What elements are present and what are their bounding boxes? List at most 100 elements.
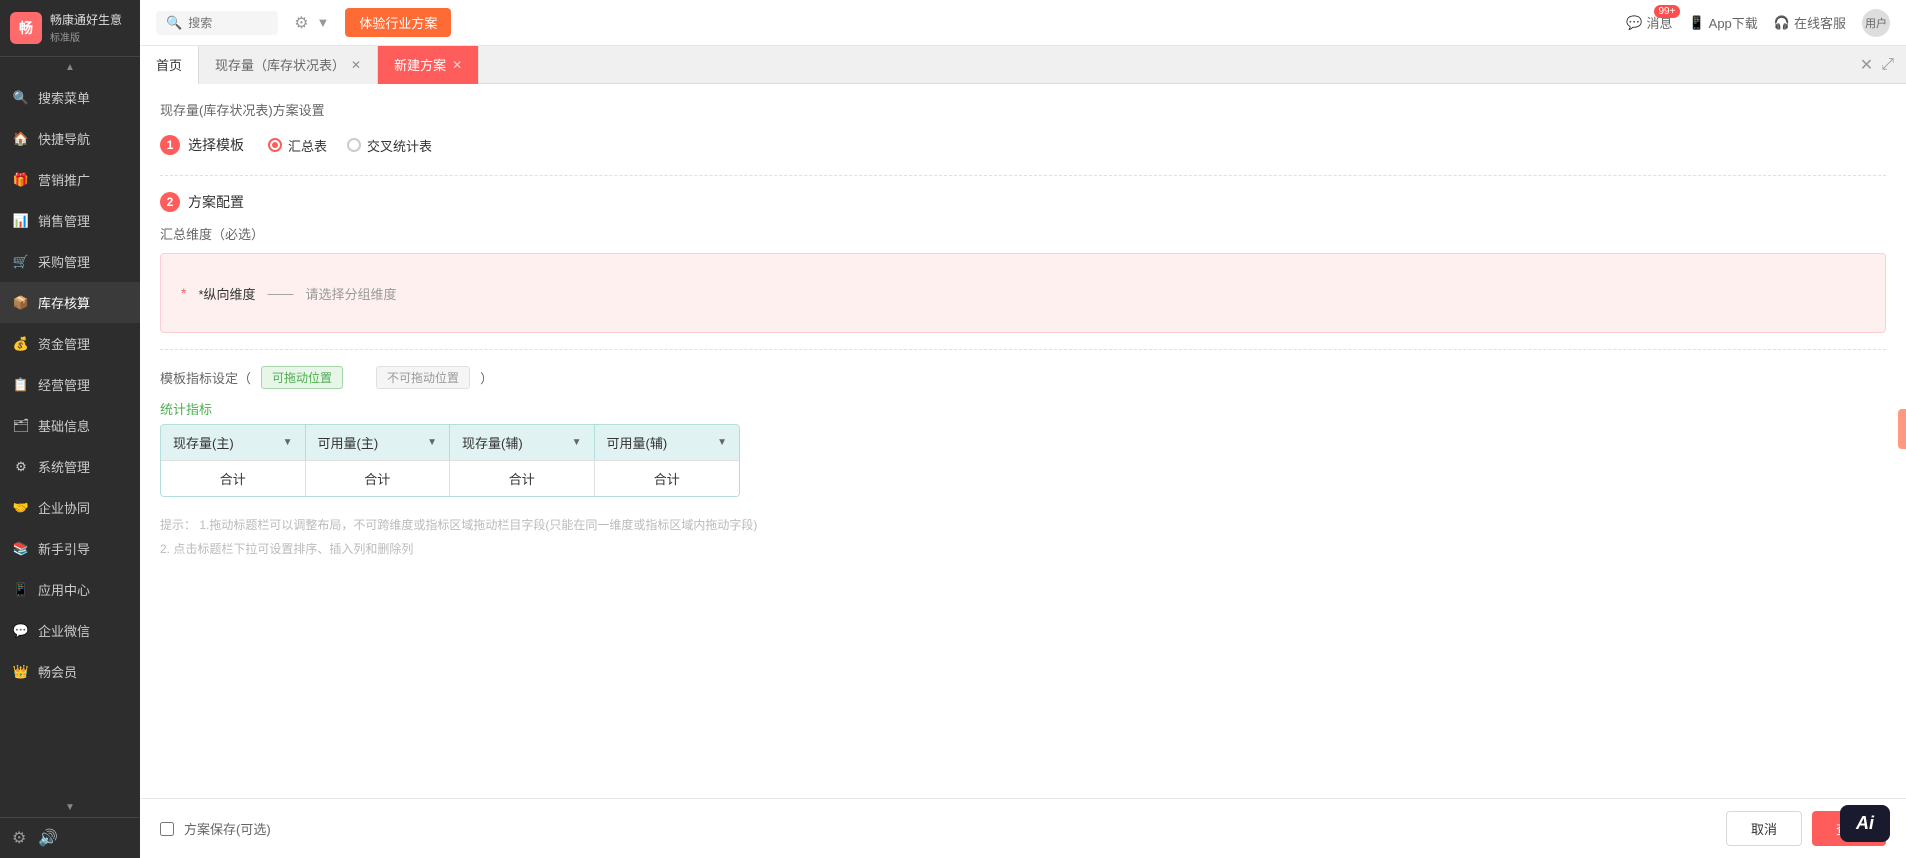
stats-header-cell-1[interactable]: 可用量(主) ▼: [306, 425, 451, 460]
topbar-left: 🔍 ⚙ ▼ 体验行业方案: [156, 8, 451, 37]
col-1-dropdown-icon[interactable]: ▼: [427, 437, 437, 448]
sidebar-item-label: 应用中心: [38, 580, 90, 599]
search-input[interactable]: [188, 16, 268, 30]
step2-header: 2 方案配置: [160, 192, 1886, 212]
stats-header-cell-0[interactable]: 现存量(主) ▼: [161, 425, 306, 460]
ai-badge[interactable]: Ai: [1840, 805, 1890, 842]
sound-icon[interactable]: 🔊: [38, 828, 58, 848]
sidebar: 畅 畅康通好生意 标准版 ▲ 🔍 搜索菜单 🏠 快捷导航 🎁 营销推广 📊 销售…: [0, 0, 140, 858]
sidebar-item-label: 系统管理: [38, 457, 90, 476]
sidebar-scroll-down[interactable]: ▼: [0, 797, 140, 817]
dimension-section-label: 汇总维度（必选）: [160, 224, 1886, 243]
tab-home[interactable]: 首页: [140, 46, 199, 84]
tabs-bar: 首页 现存量（库存状况表） ✕ 新建方案 ✕ ✕ ⤢: [140, 46, 1906, 84]
chart-icon: 📊: [12, 212, 30, 230]
step2-number: 2: [160, 192, 180, 212]
sidebar-item-operations[interactable]: 📋 经营管理: [0, 364, 140, 405]
close-panel-icon[interactable]: ✕: [1860, 55, 1873, 75]
online-service-button[interactable]: 🎧 在线客服: [1774, 13, 1846, 32]
sidebar-item-vip[interactable]: 👑 畅会员: [0, 651, 140, 692]
search-area[interactable]: 🔍: [156, 11, 278, 35]
search-icon: 🔍: [12, 89, 30, 107]
footer-bar: 方案保存(可选) 取消 查询: [140, 798, 1906, 858]
sidebar-item-label: 新手引导: [38, 539, 90, 558]
sidebar-item-finance[interactable]: 💰 资金管理: [0, 323, 140, 364]
sidebar-item-purchase[interactable]: 🛒 采购管理: [0, 241, 140, 282]
sidebar-item-search[interactable]: 🔍 搜索菜单: [0, 77, 140, 118]
handshake-icon: 🤝: [12, 499, 30, 517]
folder-icon: 🗂: [12, 417, 30, 435]
phone-download-icon: 📱: [1688, 15, 1704, 31]
col-2-dropdown-icon[interactable]: ▼: [572, 437, 582, 448]
stats-data-cell-2: 合计: [450, 460, 595, 496]
required-asterisk: *: [181, 285, 186, 301]
stats-header-cell-3[interactable]: 可用量(辅) ▼: [595, 425, 740, 460]
message-icon: 💬: [1626, 15, 1642, 31]
stats-data-cell-3: 合计: [595, 460, 740, 496]
sidebar-item-label: 基础信息: [38, 416, 90, 435]
online-service-label: 在线客服: [1794, 13, 1846, 32]
radio-summary[interactable]: 汇总表: [268, 136, 327, 155]
sidebar-item-label: 搜索菜单: [38, 88, 90, 107]
page-title: 现存量(库存状况表)方案设置: [160, 100, 1886, 119]
trial-button[interactable]: 体验行业方案: [345, 8, 451, 37]
tab-inventory-status-label: 现存量（库存状况表）: [215, 55, 345, 74]
sidebar-item-label: 采购管理: [38, 252, 90, 271]
step1-title: 选择模板: [188, 135, 244, 155]
tips-section: 提示： 1.拖动标题栏可以调整布局，不可跨维度或指标区域拖动栏目字段(只能在同一…: [160, 513, 1886, 561]
main-area: 🔍 ⚙ ▼ 体验行业方案 💬 消息 99+ 📱 App下载 🎧: [140, 0, 1906, 858]
message-button[interactable]: 💬 消息 99+: [1626, 13, 1672, 32]
tab-inventory-close-icon[interactable]: ✕: [351, 58, 361, 72]
stats-col-2-label: 现存量(辅): [462, 433, 523, 452]
radio-cross[interactable]: 交叉统计表: [347, 136, 432, 155]
sidebar-item-system[interactable]: ⚙ 系统管理: [0, 446, 140, 487]
stats-header-row: 现存量(主) ▼ 可用量(主) ▼ 现存量(辅) ▼: [161, 425, 739, 460]
sidebar-item-newbie[interactable]: 📚 新手引导: [0, 528, 140, 569]
phone-icon: 📱: [12, 581, 30, 599]
settings-icon[interactable]: ⚙: [12, 828, 26, 848]
sidebar-item-wechat[interactable]: 💬 企业微信: [0, 610, 140, 651]
save-checkbox[interactable]: [160, 822, 174, 836]
sidebar-item-basic[interactable]: 🗂 基础信息: [0, 405, 140, 446]
book-icon: 📚: [12, 540, 30, 558]
sidebar-item-shortcuts[interactable]: 🏠 快捷导航: [0, 118, 140, 159]
tab-new-scheme[interactable]: 新建方案 ✕: [378, 46, 479, 84]
sidebar-bottom-bar: ⚙ 🔊: [0, 817, 140, 858]
main-wrapper: 🔍 ⚙ ▼ 体验行业方案 💬 消息 99+ 📱 App下载 🎧: [140, 0, 1906, 858]
crown-icon: 👑: [12, 663, 30, 681]
fixed-tag: 不可拖动位置: [376, 366, 470, 389]
topbar-settings-icon[interactable]: ⚙: [294, 13, 308, 33]
cancel-button[interactable]: 取消: [1726, 811, 1802, 846]
vertical-dim-dash: ——: [268, 286, 294, 301]
right-panel-handle[interactable]: [1898, 409, 1906, 449]
topbar-dropdown-icon[interactable]: ▼: [317, 15, 330, 30]
sidebar-item-corp[interactable]: 🤝 企业协同: [0, 487, 140, 528]
sidebar-scroll-up[interactable]: ▲: [0, 57, 140, 77]
template-radio-group: 汇总表 交叉统计表: [268, 136, 432, 155]
avatar[interactable]: 用户: [1862, 9, 1890, 37]
sidebar-item-label: 营销推广: [38, 170, 90, 189]
tab-new-scheme-label: 新建方案: [394, 55, 446, 74]
sidebar-item-marketing[interactable]: 🎁 营销推广: [0, 159, 140, 200]
tab-home-label: 首页: [156, 55, 182, 74]
col-3-dropdown-icon[interactable]: ▼: [717, 437, 727, 448]
sidebar-item-inventory[interactable]: 📦 库存核算: [0, 282, 140, 323]
dimension-box[interactable]: * *纵向维度 —— 请选择分组维度: [160, 253, 1886, 333]
expand-panel-icon[interactable]: ⤢: [1881, 56, 1894, 74]
indicators-label-section: 模板指标设定（ 可拖动位置 不可拖动位置 ）: [160, 366, 1886, 389]
col-0-dropdown-icon[interactable]: ▼: [283, 437, 293, 448]
sidebar-item-label: 经营管理: [38, 375, 90, 394]
dimension-section: 汇总维度（必选） * *纵向维度 —— 请选择分组维度: [160, 224, 1886, 333]
app-download-button[interactable]: 📱 App下载: [1688, 13, 1757, 32]
sidebar-item-sales[interactable]: 📊 销售管理: [0, 200, 140, 241]
sidebar-nav: 🔍 搜索菜单 🏠 快捷导航 🎁 营销推广 📊 销售管理 🛒 采购管理 📦 库存核…: [0, 77, 140, 797]
clipboard-icon: 📋: [12, 376, 30, 394]
sidebar-item-apps[interactable]: 📱 应用中心: [0, 569, 140, 610]
stats-header-cell-2[interactable]: 现存量(辅) ▼: [450, 425, 595, 460]
indicators-prefix: 模板指标设定（: [160, 368, 251, 387]
brand-name: 畅康通好生意: [50, 12, 122, 29]
money-icon: 💰: [12, 335, 30, 353]
tab-inventory-status[interactable]: 现存量（库存状况表） ✕: [199, 46, 378, 84]
radio-summary-dot: [268, 138, 282, 152]
tab-new-scheme-close-icon[interactable]: ✕: [452, 58, 462, 72]
